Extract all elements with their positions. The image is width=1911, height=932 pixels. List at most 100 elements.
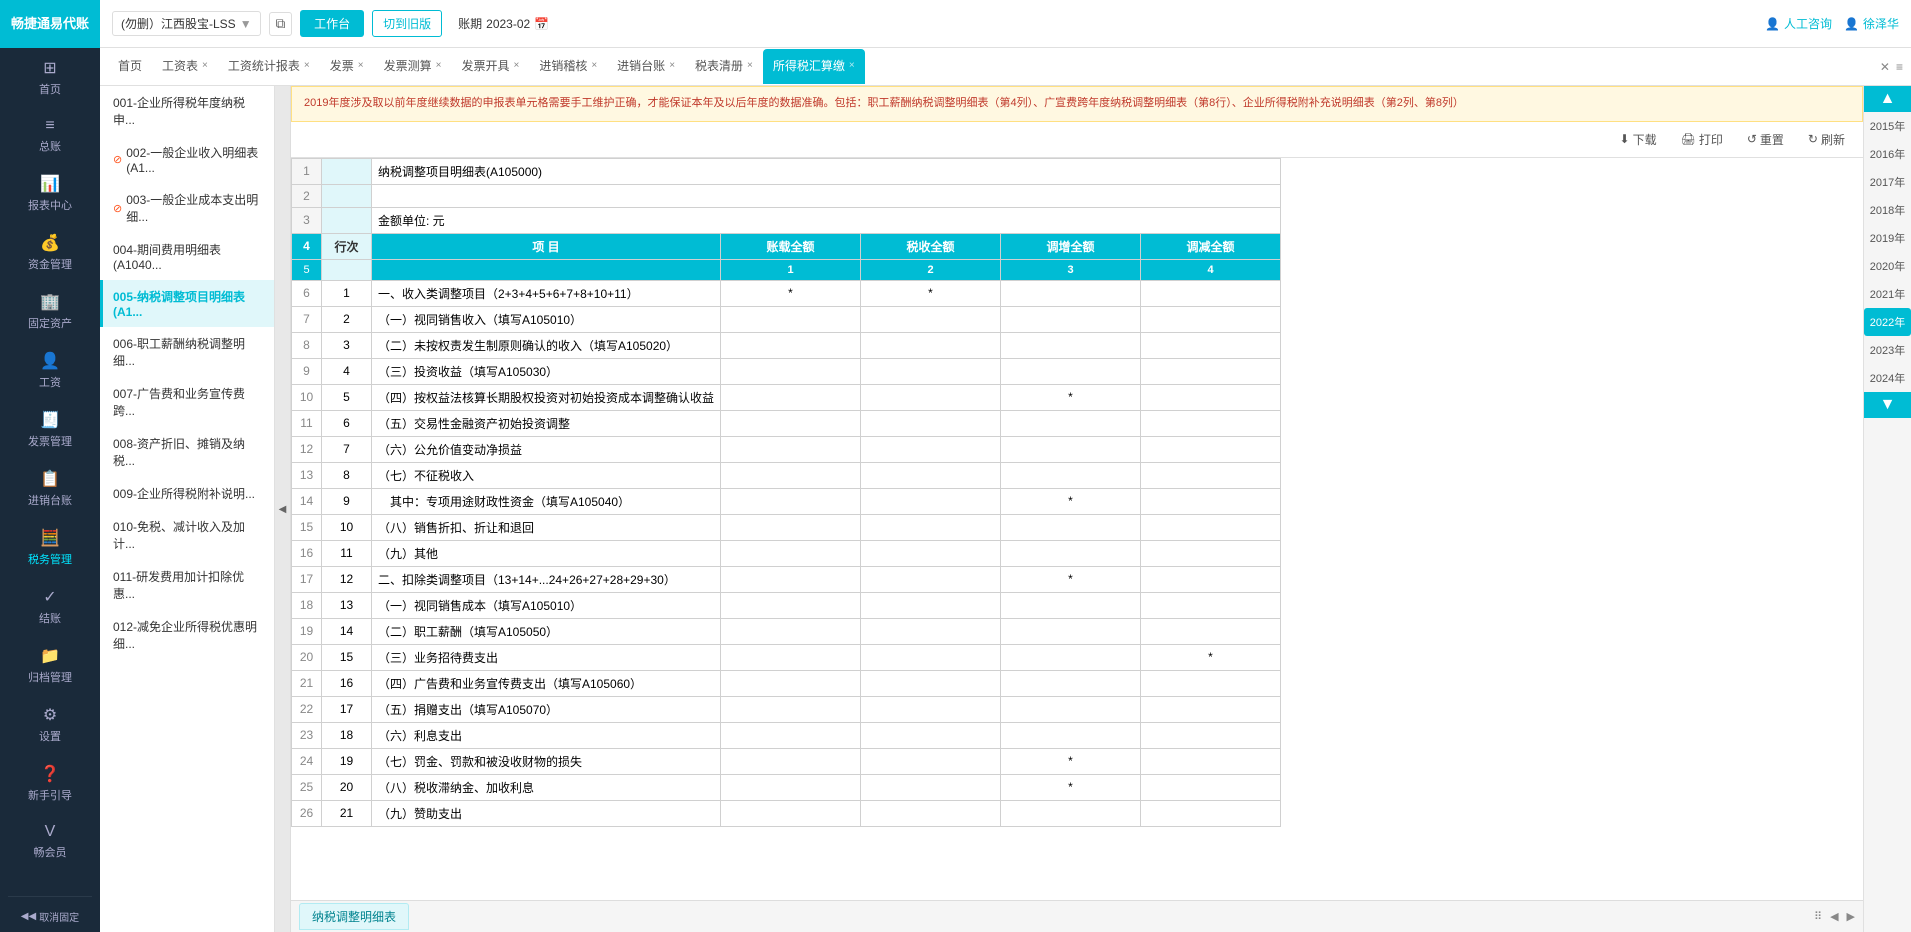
cell-c[interactable] <box>721 410 861 436</box>
tab-invoice-calc[interactable]: 发票测算 × <box>374 49 452 84</box>
tab-income-tax[interactable]: 所得税汇算缴 × <box>763 49 865 84</box>
close-icon[interactable]: × <box>747 60 753 71</box>
sheet-container[interactable]: 1 纳税调整项目明细表(A105000) 2 3 金额单位: 元 <box>291 158 1863 900</box>
cell-d[interactable] <box>861 774 1001 800</box>
cell-f[interactable] <box>1141 436 1281 462</box>
cell-content[interactable]: （三）业务招待费支出 <box>372 644 721 670</box>
left-nav-item-001[interactable]: 001-企业所得税年度纳税申... <box>100 86 274 136</box>
year-item-2015[interactable]: 2015年 <box>1864 112 1911 140</box>
print-button[interactable]: 🖨 打印 <box>1675 128 1729 151</box>
close-icon[interactable]: × <box>202 60 208 71</box>
cell-c[interactable] <box>721 306 861 332</box>
year-item-2020[interactable]: 2020年 <box>1864 252 1911 280</box>
cell-f[interactable] <box>1141 722 1281 748</box>
cell-e[interactable] <box>1001 592 1141 618</box>
cell-d[interactable] <box>861 514 1001 540</box>
cell-d[interactable]: * <box>861 280 1001 306</box>
sidebar-item-member[interactable]: V 畅会员 <box>0 813 100 870</box>
cell-content[interactable]: （六）利息支出 <box>372 722 721 748</box>
cell-e[interactable]: * <box>1001 566 1141 592</box>
cell-e[interactable] <box>1001 618 1141 644</box>
cell-c[interactable] <box>721 722 861 748</box>
left-nav-item-002[interactable]: ⊘ 002-一般企业收入明细表(A1... <box>100 136 274 183</box>
cell-f[interactable] <box>1141 384 1281 410</box>
cell-d[interactable] <box>861 748 1001 774</box>
cell-e[interactable] <box>1001 358 1141 384</box>
cell-c[interactable] <box>721 592 861 618</box>
cell-d[interactable] <box>861 488 1001 514</box>
year-item-2018[interactable]: 2018年 <box>1864 196 1911 224</box>
cell-f[interactable]: * <box>1141 644 1281 670</box>
cell-d[interactable] <box>861 644 1001 670</box>
close-icon[interactable]: × <box>669 60 675 71</box>
sidebar-item-report[interactable]: 📊 报表中心 <box>0 164 100 223</box>
left-nav-item-011[interactable]: 011-研发费用加计扣除优惠... <box>100 560 274 610</box>
cell-e[interactable] <box>1001 280 1141 306</box>
cell-d[interactable] <box>861 358 1001 384</box>
sidebar-item-settlement[interactable]: ✓ 结账 <box>0 577 100 636</box>
cell-content[interactable]: 二、扣除类调整项目（13+14+...24+26+27+28+29+30） <box>372 566 721 592</box>
old-version-button[interactable]: 切到旧版 <box>372 10 442 37</box>
cell-c[interactable] <box>721 670 861 696</box>
year-item-2022[interactable]: 2022年 <box>1864 308 1911 336</box>
tab-purchase-check[interactable]: 进销稽核 × <box>529 49 607 84</box>
cell-d[interactable] <box>861 384 1001 410</box>
nav-toggle-button[interactable]: ◀ <box>275 86 291 932</box>
tab-salary-table[interactable]: 工资表 × <box>152 49 218 84</box>
cell-e[interactable]: * <box>1001 488 1141 514</box>
cell-content[interactable]: （二）未按权责发生制原则确认的收入（填写A105020） <box>372 332 721 358</box>
cell-e[interactable] <box>1001 306 1141 332</box>
cell-c[interactable]: * <box>721 280 861 306</box>
cell-d[interactable] <box>861 332 1001 358</box>
company-selector[interactable]: (勿删）江西股宝-LSS ▼ <box>112 11 261 36</box>
sidebar-item-settings[interactable]: ⚙ 设置 <box>0 695 100 754</box>
cell-content[interactable]: （四）按权益法核算长期股权投资对初始投资成本调整确认收益 <box>372 384 721 410</box>
left-nav-item-010[interactable]: 010-免税、减计收入及加计... <box>100 510 274 560</box>
tab-menu-icon[interactable]: ≡ <box>1896 60 1903 74</box>
tab-salary-stat[interactable]: 工资统计报表 × <box>218 49 320 84</box>
left-nav-item-007[interactable]: 007-广告费和业务宣传费跨... <box>100 377 274 427</box>
cell-f[interactable] <box>1141 748 1281 774</box>
cell-d[interactable] <box>861 618 1001 644</box>
cell-d[interactable] <box>861 462 1001 488</box>
cell-c[interactable] <box>721 748 861 774</box>
download-button[interactable]: ⬇ 下载 <box>1614 128 1663 151</box>
cell-e[interactable] <box>1001 436 1141 462</box>
left-nav-item-009[interactable]: 009-企业所得税附补说明... <box>100 477 274 510</box>
cell-content[interactable]: （八）销售折扣、折让和退回 <box>372 514 721 540</box>
cell-d[interactable] <box>861 696 1001 722</box>
tab-close-all-icon[interactable]: ✕ <box>1880 60 1890 74</box>
cell-d[interactable] <box>861 722 1001 748</box>
cell-content[interactable]: （八）税收滞纳金、加收利息 <box>372 774 721 800</box>
cell-f[interactable] <box>1141 592 1281 618</box>
sidebar-item-purchase-ledger[interactable]: 📋 进销台账 <box>0 459 100 518</box>
scroll-right-icon[interactable]: ▶ <box>1847 910 1855 923</box>
cell-c[interactable] <box>721 358 861 384</box>
tab-home[interactable]: 首页 <box>108 49 152 84</box>
cell-content[interactable]: 一、收入类调整项目（2+3+4+5+6+7+8+10+11） <box>372 280 721 306</box>
cell-d[interactable] <box>861 306 1001 332</box>
close-icon[interactable]: × <box>513 60 519 71</box>
pin-button[interactable]: ◀◀ 取消固定 <box>0 901 100 932</box>
cell-f[interactable] <box>1141 566 1281 592</box>
sidebar-item-home[interactable]: ⊞ 首页 <box>0 48 100 107</box>
sidebar-item-archive[interactable]: 📁 归档管理 <box>0 636 100 695</box>
left-nav-item-008[interactable]: 008-资产折旧、摊销及纳税... <box>100 427 274 477</box>
cell-c[interactable] <box>721 566 861 592</box>
tab-invoice[interactable]: 发票 × <box>320 49 374 84</box>
cell-c[interactable] <box>721 384 861 410</box>
cell-d[interactable] <box>861 592 1001 618</box>
cell-f[interactable] <box>1141 514 1281 540</box>
cell-c[interactable] <box>721 618 861 644</box>
cell-content[interactable]: （九）其他 <box>372 540 721 566</box>
cell-content[interactable]: （一）视同销售收入（填写A105010） <box>372 306 721 332</box>
close-icon[interactable]: × <box>436 60 442 71</box>
cell-content[interactable]: （四）广告费和业务宣传费支出（填写A105060） <box>372 670 721 696</box>
cell-c[interactable] <box>721 436 861 462</box>
sidebar-item-tax-mgmt[interactable]: 🧮 税务管理 <box>0 518 100 577</box>
cell-c[interactable] <box>721 462 861 488</box>
cell-c[interactable] <box>721 514 861 540</box>
cell-e[interactable] <box>1001 462 1141 488</box>
scroll-left-icon[interactable]: ◀ <box>1830 910 1838 923</box>
cell-content[interactable]: （九）赞助支出 <box>372 800 721 826</box>
